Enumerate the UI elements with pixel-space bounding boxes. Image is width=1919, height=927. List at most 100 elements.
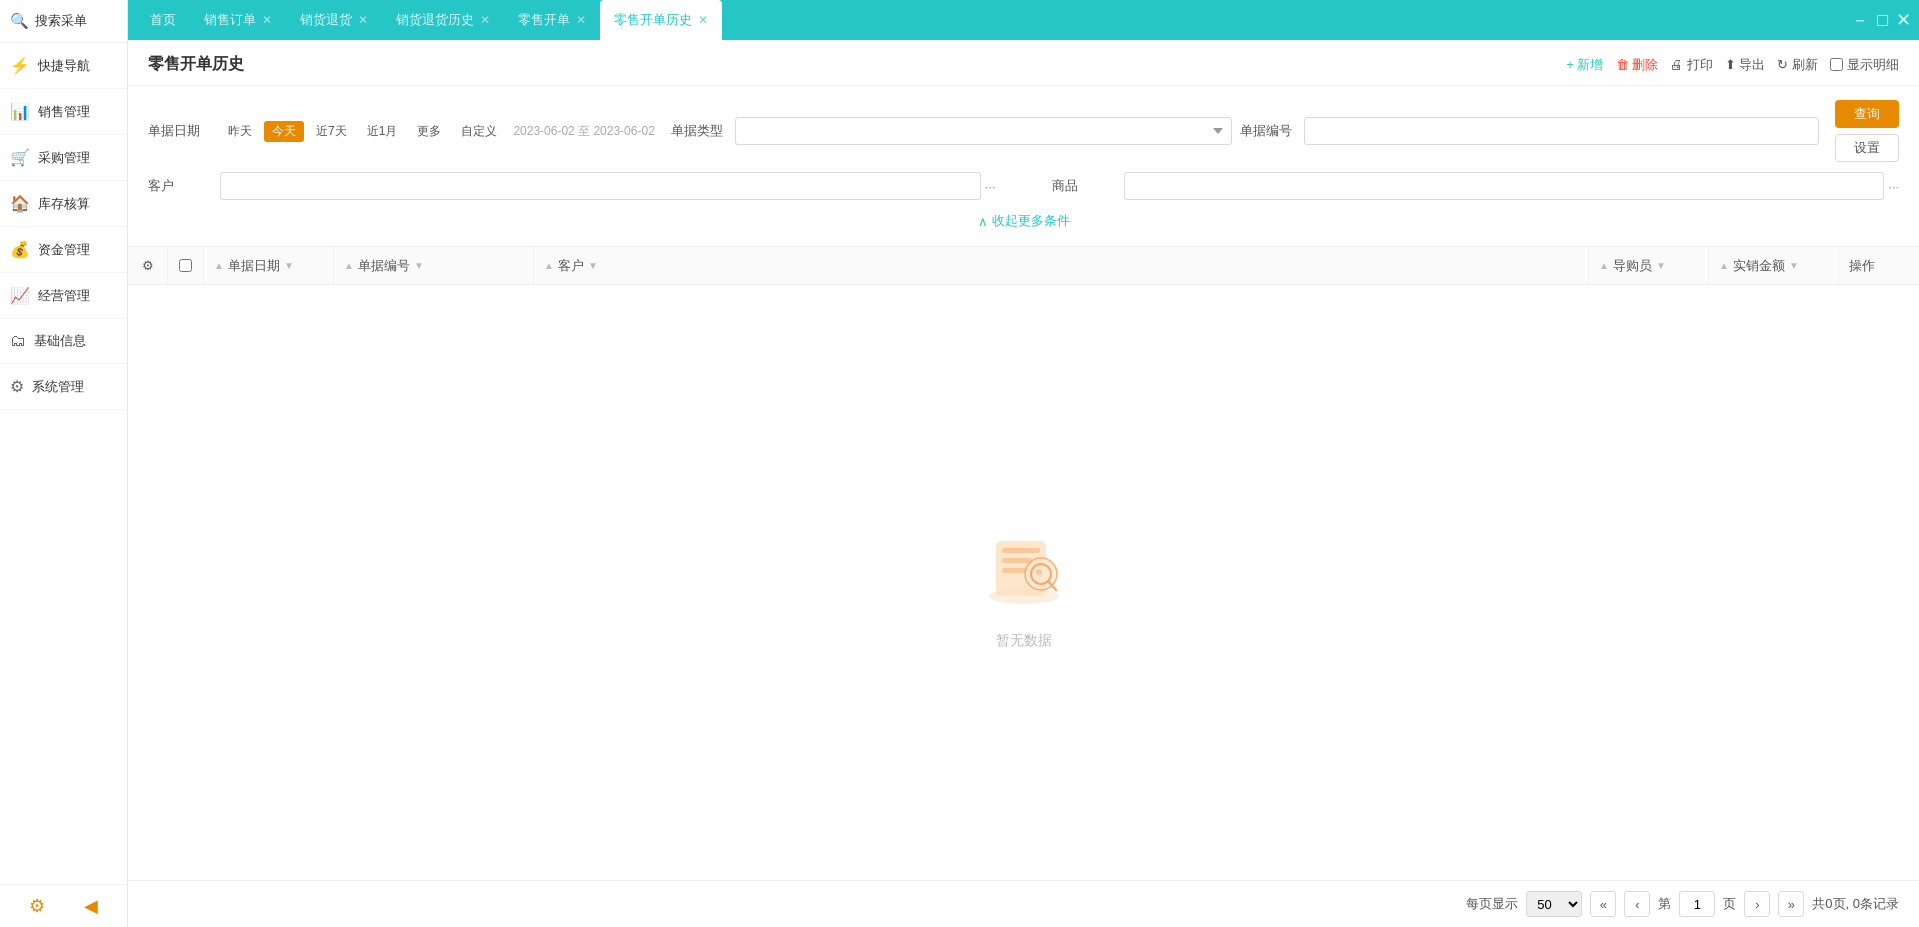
- th-guide[interactable]: ▲ 导购员 ▼: [1589, 247, 1709, 284]
- svg-rect-3: [1002, 558, 1032, 563]
- page-number-input[interactable]: [1679, 891, 1715, 917]
- window-minimize-btn[interactable]: －: [1851, 8, 1869, 32]
- sidebar-item-label: 经营管理: [38, 287, 90, 305]
- sort-desc-icon-5: ▼: [1789, 260, 1799, 271]
- th-settings[interactable]: ⚙: [128, 247, 168, 284]
- zijin-icon: 💰: [10, 240, 30, 259]
- show-detail-checkbox-label[interactable]: 显示明细: [1830, 56, 1899, 74]
- sort-asc-icon: ▲: [214, 260, 224, 271]
- 7days-btn[interactable]: 近7天: [308, 121, 355, 142]
- select-all-checkbox[interactable]: [179, 259, 192, 272]
- sidebar-item-kucun[interactable]: 🏠 库存核算: [0, 181, 127, 227]
- customer-ellipsis[interactable]: ···: [985, 179, 996, 194]
- tab-retail-history[interactable]: 零售开单历史 ✕: [600, 0, 722, 40]
- search-icon: 🔍: [10, 12, 29, 30]
- show-detail-label: 显示明细: [1847, 56, 1899, 74]
- collapse-label: 收起更多条件: [992, 212, 1070, 230]
- month-btn[interactable]: 近1月: [359, 121, 406, 142]
- delete-button[interactable]: 🗑 删除: [1616, 56, 1659, 74]
- sidebar-search[interactable]: 🔍 搜索采单: [0, 0, 127, 43]
- th-amount[interactable]: ▲ 实销金额 ▼: [1709, 247, 1839, 284]
- tab-sales-return-history[interactable]: 销货退货历史 ✕: [382, 0, 504, 40]
- prev-page-btn[interactable]: ‹: [1624, 891, 1650, 917]
- sidebar-item-kuaijie[interactable]: ⚡ 快捷导航: [0, 43, 127, 89]
- num-filter-input[interactable]: [1304, 117, 1819, 145]
- settings-footer-btn[interactable]: ⚙: [29, 895, 45, 917]
- tab-sales-return-label: 销货退货: [300, 11, 352, 29]
- sidebar-item-label: 库存核算: [38, 195, 90, 213]
- tab-sales-order[interactable]: 销售订单 ✕: [190, 0, 286, 40]
- tab-sales-order-close[interactable]: ✕: [262, 13, 272, 27]
- tab-sales-return[interactable]: 销货退货 ✕: [286, 0, 382, 40]
- th-op-label: 操作: [1849, 257, 1875, 275]
- sidebar-item-xitong[interactable]: ⚙ 系统管理: [0, 364, 127, 410]
- sidebar-item-caigou[interactable]: 🛒 采购管理: [0, 135, 127, 181]
- tab-retail-history-close[interactable]: ✕: [698, 13, 708, 27]
- per-page-select[interactable]: 50 10 20 100: [1526, 891, 1582, 917]
- window-close-btn[interactable]: ✕: [1896, 9, 1911, 31]
- type-filter-select[interactable]: [735, 117, 1232, 145]
- filter-panel: 单据日期 昨天 今天 近7天 近1月 更多 自定义 2023-06-02 至 2…: [128, 86, 1919, 247]
- settings-icon: ⚙: [142, 258, 154, 273]
- sidebar-item-jingying[interactable]: 📈 经营管理: [0, 273, 127, 319]
- sidebar-nav: ⚡ 快捷导航 📊 销售管理 🛒 采购管理 🏠 库存核算 💰 资金管理 📈 经营管…: [0, 43, 127, 884]
- filter-date-btns: 昨天 今天 近7天 近1月 更多 自定义 2023-06-02 至 2023-0…: [220, 121, 655, 142]
- goods-ellipsis[interactable]: ···: [1888, 179, 1899, 194]
- sort-desc-icon: ▼: [284, 260, 294, 271]
- last-page-btn[interactable]: »: [1778, 891, 1804, 917]
- goods-filter-input[interactable]: [1124, 172, 1885, 200]
- tab-retail-open-close[interactable]: ✕: [576, 13, 586, 27]
- sort-asc-icon-2: ▲: [344, 260, 354, 271]
- tab-home[interactable]: 首页: [136, 0, 190, 40]
- th-guide-label: 导购员: [1613, 257, 1652, 275]
- print-button[interactable]: 🖨 打印: [1670, 56, 1713, 74]
- type-filter-label: 单据类型: [671, 122, 727, 140]
- filter-settings-button[interactable]: 设置: [1835, 134, 1899, 162]
- export-button[interactable]: ⬆ 导出: [1725, 56, 1766, 74]
- th-num[interactable]: ▲ 单据编号 ▼: [334, 247, 534, 284]
- th-date[interactable]: ▲ 单据日期 ▼: [204, 247, 334, 284]
- tab-sales-return-history-close[interactable]: ✕: [480, 13, 490, 27]
- svg-point-8: [1036, 569, 1042, 575]
- table-area: ⚙ ▲ 单据日期 ▼ ▲ 单据编号 ▼ ▲ 客户 ▼: [128, 247, 1919, 880]
- goods-filter-group: ···: [1124, 172, 1900, 200]
- window-maximize-btn[interactable]: □: [1877, 10, 1888, 31]
- sidebar-item-xiaoshou[interactable]: 📊 销售管理: [0, 89, 127, 135]
- kucun-icon: 🏠: [10, 194, 30, 213]
- sidebar: 🔍 搜索采单 ⚡ 快捷导航 📊 销售管理 🛒 采购管理 🏠 库存核算 💰 资金管…: [0, 0, 128, 927]
- custom-btn[interactable]: 自定义: [453, 121, 505, 142]
- sidebar-item-label: 系统管理: [32, 378, 84, 396]
- th-num-label: 单据编号: [358, 257, 410, 275]
- collapse-footer-btn[interactable]: ◀: [84, 895, 98, 917]
- refresh-button[interactable]: ↻ 刷新: [1777, 56, 1818, 74]
- more-btn[interactable]: 更多: [409, 121, 449, 142]
- collapse-btn[interactable]: ∧ 收起更多条件: [968, 210, 1080, 232]
- show-detail-checkbox[interactable]: [1830, 58, 1843, 71]
- goods-filter-label: 商品: [1052, 177, 1108, 195]
- filter-row-1: 单据日期 昨天 今天 近7天 近1月 更多 自定义 2023-06-02 至 2…: [148, 100, 1899, 162]
- th-check[interactable]: [168, 247, 204, 284]
- th-customer[interactable]: ▲ 客户 ▼: [534, 247, 1589, 284]
- sidebar-item-zijin[interactable]: 💰 资金管理: [0, 227, 127, 273]
- add-button[interactable]: + 新增: [1566, 56, 1603, 74]
- sort-desc-icon-2: ▼: [414, 260, 424, 271]
- next-page-btn[interactable]: ›: [1744, 891, 1770, 917]
- empty-area: 暂无数据: [128, 285, 1919, 880]
- tab-sales-return-close[interactable]: ✕: [358, 13, 368, 27]
- yesterday-btn[interactable]: 昨天: [220, 121, 260, 142]
- first-page-btn[interactable]: «: [1590, 891, 1616, 917]
- xiaoshou-icon: 📊: [10, 102, 30, 121]
- pagination: 每页显示 50 10 20 100 « ‹ 第 页 › » 共0页, 0条记录: [128, 880, 1919, 927]
- sort-asc-icon-4: ▲: [1599, 260, 1609, 271]
- svg-rect-2: [1002, 548, 1040, 553]
- customer-filter-input[interactable]: [220, 172, 981, 200]
- sidebar-footer: ⚙ ◀: [0, 884, 127, 927]
- sidebar-item-label: 资金管理: [38, 241, 90, 259]
- sidebar-item-jichu[interactable]: 🗂 基础信息: [0, 319, 127, 364]
- query-button[interactable]: 查询: [1835, 100, 1899, 128]
- page-word: 页: [1723, 895, 1736, 913]
- per-page-label: 每页显示: [1466, 895, 1518, 913]
- table-header: ⚙ ▲ 单据日期 ▼ ▲ 单据编号 ▼ ▲ 客户 ▼: [128, 247, 1919, 285]
- today-btn[interactable]: 今天: [264, 121, 304, 142]
- tab-retail-open[interactable]: 零售开单 ✕: [504, 0, 600, 40]
